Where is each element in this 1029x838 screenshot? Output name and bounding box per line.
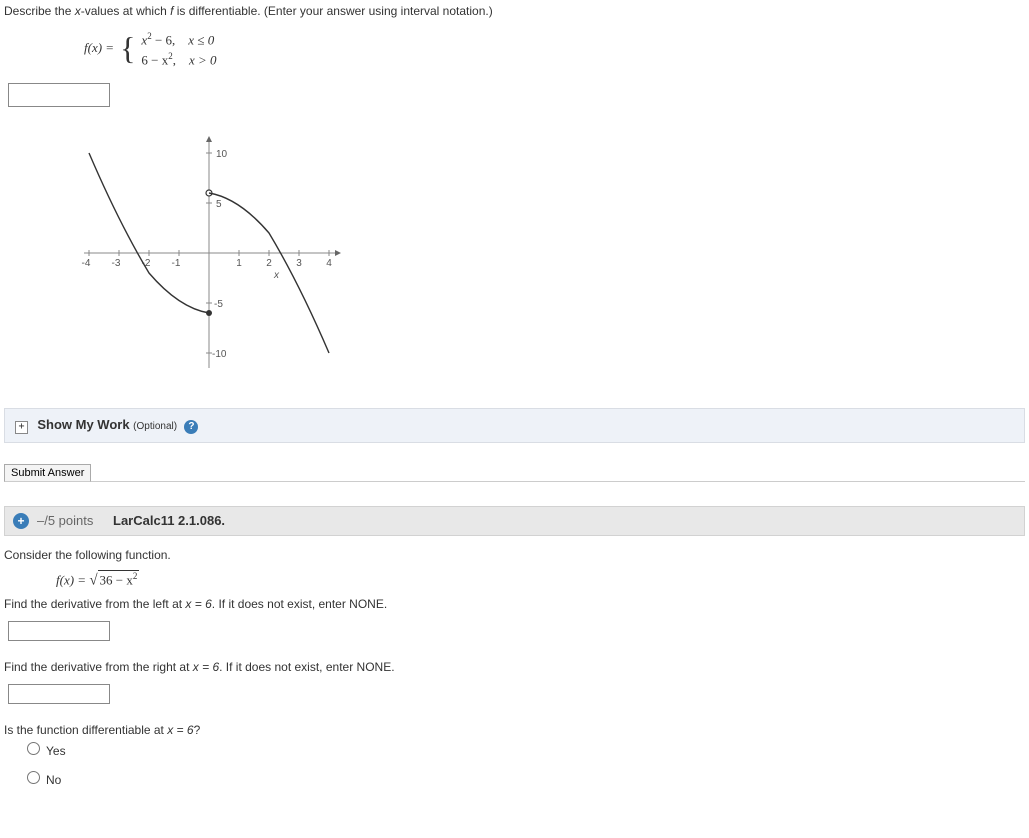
radio-no-label[interactable]: No xyxy=(22,773,61,787)
q1-graph: -4 -3 -2 -1 1 2 3 4 10 5 -5 -10 x xyxy=(64,128,1025,388)
svg-text:1: 1 xyxy=(236,258,242,269)
text: ? xyxy=(194,723,201,737)
exponent: 2 xyxy=(133,571,138,581)
show-my-work-panel[interactable]: + Show My Work (Optional) ? xyxy=(4,408,1025,443)
text: is differentiable. (Enter your answer us… xyxy=(173,4,492,18)
optional-label: (Optional) xyxy=(133,421,177,432)
radio-yes[interactable] xyxy=(27,742,40,755)
q1-prompt: Describe the x-values at which f is diff… xyxy=(4,4,1025,18)
q2-formula: f(x) = √36 − x2 xyxy=(56,570,1025,589)
text: -values at which xyxy=(81,4,170,18)
svg-text:-1: -1 xyxy=(172,258,181,269)
case2-rest: , xyxy=(173,53,176,68)
q1-formula: f(x) = { x2 − 6, x ≤ 0 6 − x2, x > 0 xyxy=(84,28,1025,69)
q2-right-prompt: Find the derivative from the right at x … xyxy=(4,660,1025,674)
radicand: 36 − x xyxy=(100,572,133,587)
help-icon[interactable]: ? xyxy=(184,420,198,434)
plus-icon[interactable]: + xyxy=(13,513,29,529)
case1-rest: − 6, xyxy=(152,32,176,47)
text: Find the derivative from the left at xyxy=(4,597,185,611)
q1-answer-input[interactable] xyxy=(8,83,110,107)
q2-right-answer-input[interactable] xyxy=(8,684,110,704)
no-text: No xyxy=(46,773,61,787)
q2-left-prompt: Find the derivative from the left at x =… xyxy=(4,597,1025,611)
case1-cond: x ≤ 0 xyxy=(188,32,214,47)
q2-diff-prompt: Is the function differentiable at x = 6? xyxy=(4,723,1025,737)
svg-text:2: 2 xyxy=(266,258,272,269)
radio-yes-label[interactable]: Yes xyxy=(22,744,66,758)
fx-label: f(x) = xyxy=(84,40,114,56)
text: Find the derivative from the right at xyxy=(4,660,193,674)
svg-text:4: 4 xyxy=(326,258,332,269)
fx-label: f(x) = xyxy=(56,572,89,587)
text-eq: x = 6 xyxy=(193,660,219,674)
text-eq: x = 6 xyxy=(167,723,193,737)
expand-icon[interactable]: + xyxy=(15,421,28,434)
text: . If it does not exist, enter NONE. xyxy=(212,597,387,611)
svg-text:x: x xyxy=(273,270,280,281)
submit-answer-button[interactable]: Submit Answer xyxy=(4,464,91,482)
svg-text:3: 3 xyxy=(296,258,302,269)
svg-text:-4: -4 xyxy=(82,258,91,269)
svg-text:5: 5 xyxy=(216,199,222,210)
reference-label: LarCalc11 2.1.086. xyxy=(113,513,225,528)
show-work-title: Show My Work xyxy=(37,417,133,432)
case2-expr: 6 − x xyxy=(141,53,168,68)
points-bar: + –/5 points LarCalc11 2.1.086. xyxy=(4,506,1025,536)
text: Describe the xyxy=(4,4,75,18)
q2-left-answer-input[interactable] xyxy=(8,621,110,641)
svg-text:-3: -3 xyxy=(112,258,121,269)
brace-icon: { xyxy=(120,32,135,64)
svg-text:-5: -5 xyxy=(214,299,223,310)
text: . If it does not exist, enter NONE. xyxy=(219,660,394,674)
text: Is the function differentiable at xyxy=(4,723,167,737)
radio-no[interactable] xyxy=(27,771,40,784)
svg-text:-10: -10 xyxy=(212,349,227,360)
yes-text: Yes xyxy=(46,744,66,758)
q2-block: Consider the following function. f(x) = … xyxy=(4,548,1025,787)
q2-intro: Consider the following function. xyxy=(4,548,1025,562)
sqrt-icon: √ xyxy=(89,572,97,588)
case2-cond: x > 0 xyxy=(189,53,217,68)
svg-text:10: 10 xyxy=(216,149,228,160)
submit-row: Submit Answer xyxy=(4,463,1025,482)
points-label: –/5 points xyxy=(37,513,93,528)
text-eq: x = 6 xyxy=(185,597,211,611)
